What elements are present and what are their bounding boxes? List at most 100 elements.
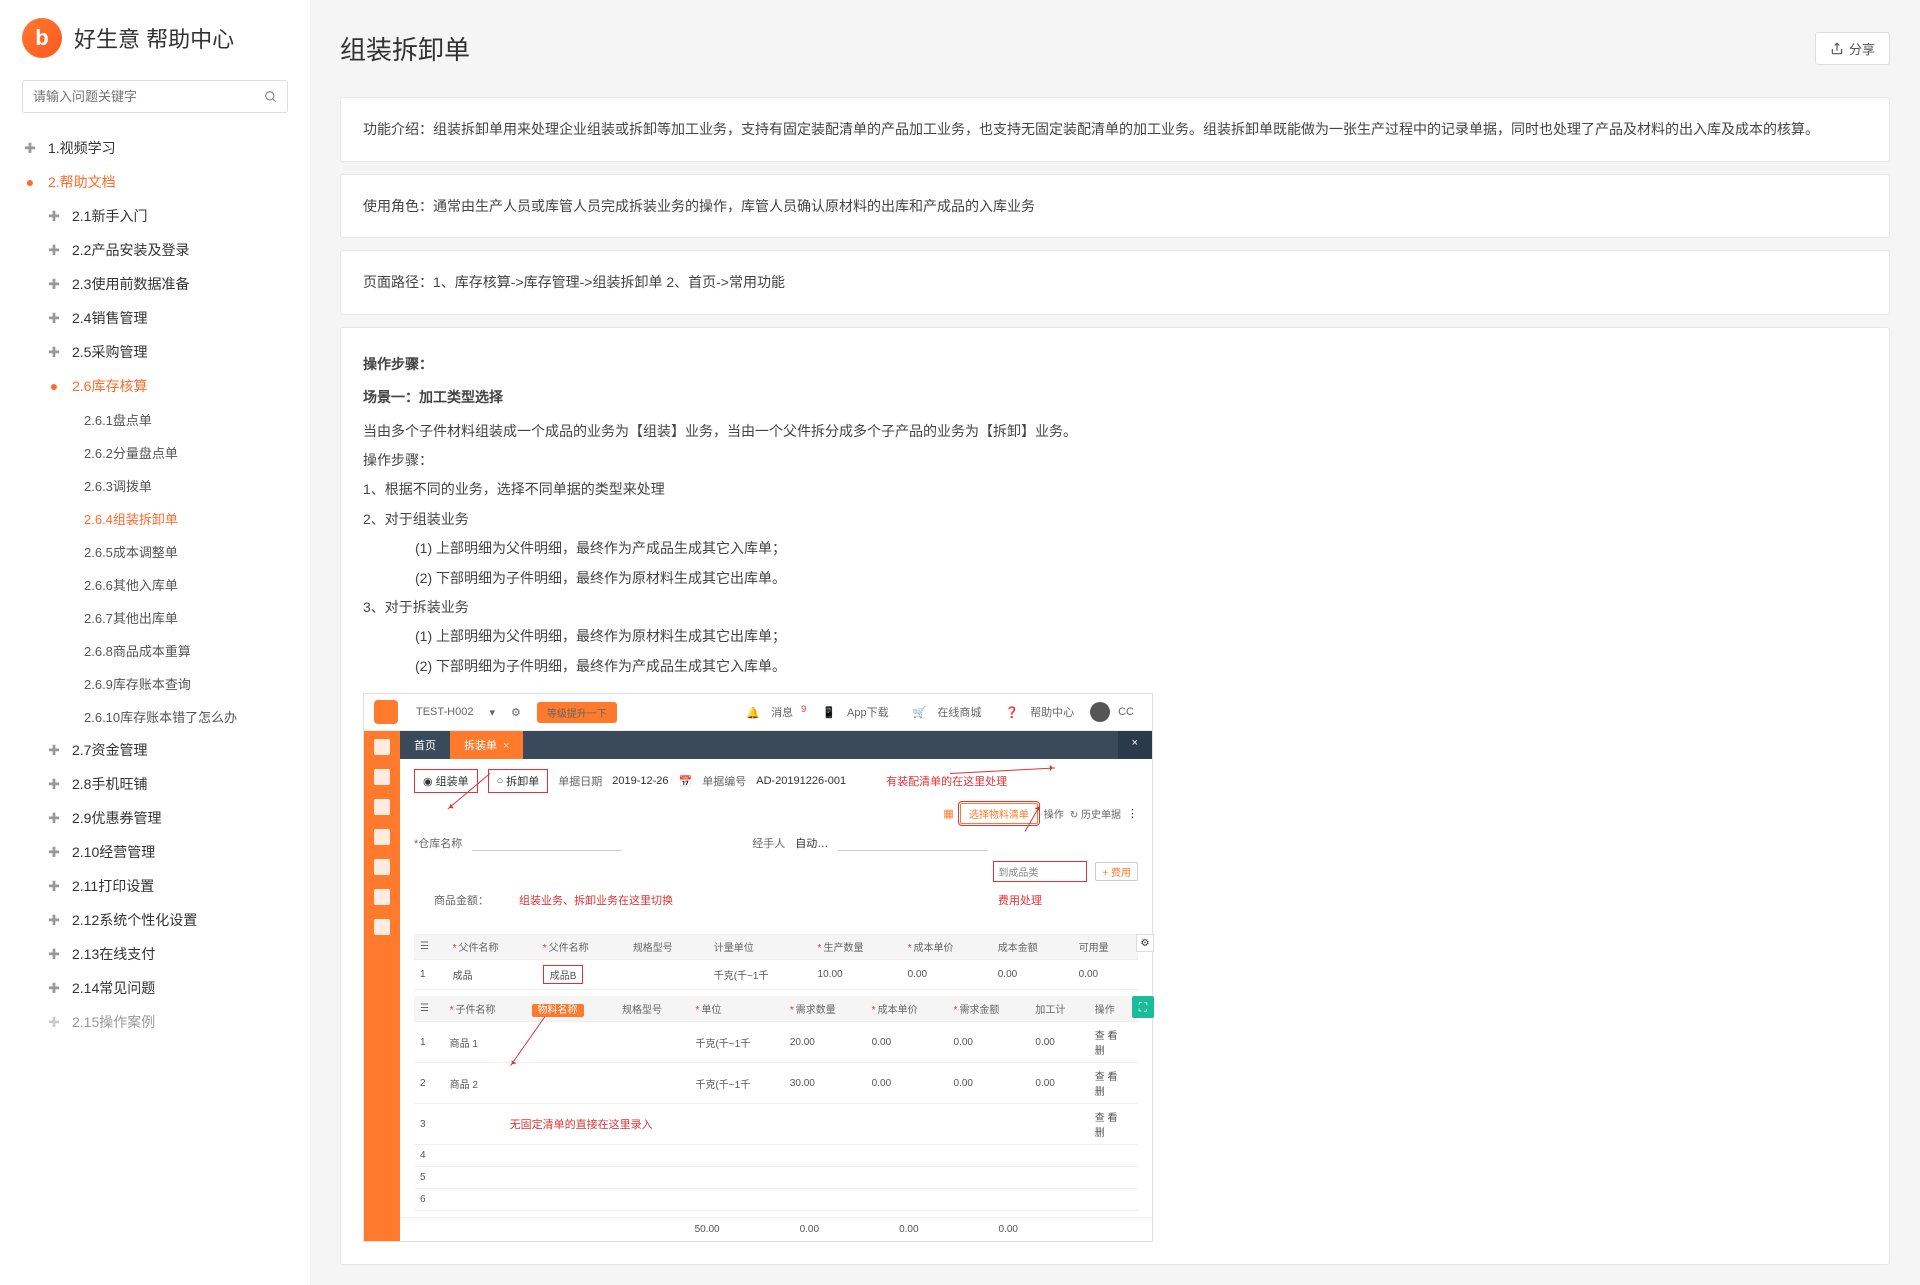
nav-2-7[interactable]: ✚2.7资金管理 — [0, 733, 310, 767]
table-row: 4 — [414, 1145, 1138, 1167]
scan-icon: ▦ — [943, 807, 953, 820]
cart-icon — [374, 769, 390, 785]
main-content: 组装拆卸单 分享 功能介绍：组装拆卸单用来处理企业组装或拆卸等加工业务，支持有固… — [310, 0, 1920, 1285]
ss-docno-label: 单据编号 — [702, 773, 746, 789]
nav-2-2[interactable]: ✚2.2产品安装及登录 — [0, 233, 310, 267]
close-icon: × — [503, 740, 509, 752]
ss-handler-input — [838, 834, 988, 851]
nav-docs[interactable]: ●2.帮助文档 — [0, 165, 310, 199]
nav-2-6-5[interactable]: 2.6.5成本调整单 — [0, 535, 310, 568]
nav-2-6-1[interactable]: 2.6.1盘点单 — [0, 403, 310, 436]
nav-2-6-8[interactable]: 2.6.8商品成本重算 — [0, 634, 310, 667]
nav-video[interactable]: ✚1.视频学习 — [0, 131, 310, 165]
ss-date-value: 2019-12-26 — [612, 775, 668, 787]
step-2b: (2) 下部明细为子件明细，最终作为原材料生成其它出库单。 — [363, 564, 1867, 593]
table-row: 1商品 1千克(千~1千20.000.000.000.00查 看删 — [414, 1022, 1138, 1063]
search-icon[interactable] — [264, 90, 278, 104]
gear-icon: ⚙ — [1136, 934, 1154, 952]
list-icon — [374, 919, 390, 935]
nav-2-9[interactable]: ✚2.9优惠券管理 — [0, 801, 310, 835]
nav-2-14[interactable]: ✚2.14常见问题 — [0, 971, 310, 1005]
total-price: 0.00 — [800, 1224, 819, 1235]
ss-tenant: TEST-H002 — [416, 706, 473, 718]
step-3: 3、对于拆装业务 — [363, 593, 1867, 622]
nav-2-6[interactable]: ●2.6库存核算 — [0, 369, 310, 403]
th: 计量单位 — [708, 934, 812, 960]
intro-card: 功能介绍：组装拆卸单用来处理企业组装或拆卸等加工业务，支持有固定装配清单的产品加… — [340, 97, 1890, 162]
nav-2-15[interactable]: ✚2.15操作案例 — [0, 1005, 310, 1039]
nav-2-6-9[interactable]: 2.6.9库存账本查询 — [0, 667, 310, 700]
ss-tabs: 首页 拆装单× × — [400, 731, 1152, 759]
sidebar: b 好生意 帮助中心 ✚1.视频学习 ●2.帮助文档 ✚2.1新手入门 ✚2.2… — [0, 0, 310, 1285]
ss-tab-current: 拆装单× — [450, 731, 523, 759]
copy-icon — [374, 889, 390, 905]
plus-icon: ✚ — [46, 946, 62, 963]
minus-icon: ● — [22, 174, 38, 190]
plus-icon: ✚ — [46, 310, 62, 327]
steps-card: 操作步骤： 场景一：加工类型选择 当由多个子件材料组装成一个成品的业务为【组装】… — [340, 327, 1890, 1265]
nav-2-11[interactable]: ✚2.11打印设置 — [0, 869, 310, 903]
site-title: 好生意 帮助中心 — [74, 22, 234, 54]
path-label: 页面路径： — [363, 274, 433, 290]
ss-handler-value: 自动… — [795, 835, 828, 851]
ss-cost-btn: + 费用 — [1095, 862, 1138, 881]
ss-topbar: TEST-H002 ▾ ⚙ 等级提升一下 🔔 消息9 📱 App下载 🛒 在线商… — [364, 694, 1152, 731]
nav-2-6-4[interactable]: 2.6.4组装拆卸单 — [0, 502, 310, 535]
search-input[interactable] — [22, 80, 288, 113]
total-qty: 50.00 — [695, 1224, 720, 1235]
th: 父件名称 — [447, 934, 537, 960]
step-1: 1、根据不同的业务，选择不同单据的类型来处理 — [363, 475, 1867, 504]
nav-2-6-7[interactable]: 2.6.7其他出库单 — [0, 601, 310, 634]
nav-2-10[interactable]: ✚2.10经营管理 — [0, 835, 310, 869]
th: 生产数量 — [812, 934, 902, 960]
ss-annotation-3: 费用处理 — [998, 892, 1042, 908]
ss-history-btn: ↻ 历史单据 — [1070, 806, 1121, 821]
nav-2-8[interactable]: ✚2.8手机旺铺 — [0, 767, 310, 801]
ss-biz-amount: 商品金额： — [434, 892, 489, 908]
ss-warehouse-label: *仓库名称 — [414, 835, 462, 851]
share-icon — [1830, 42, 1844, 56]
plus-icon: ✚ — [46, 810, 62, 827]
more-icon: ⋮ — [1127, 807, 1138, 820]
th: 成本单价 — [902, 934, 992, 960]
ss-assembly-btn: 选择物料清单 — [960, 803, 1038, 824]
page-header: 组装拆卸单 分享 — [340, 20, 1890, 77]
nav-2-12[interactable]: ✚2.12系统个性化设置 — [0, 903, 310, 937]
role-text: 通常由生产人员或库管人员完成拆装业务的操作，库管人员确认原材料的出库和产成品的入… — [433, 198, 1035, 214]
nav-2-1[interactable]: ✚2.1新手入门 — [0, 199, 310, 233]
ss-warehouse-input — [472, 834, 622, 851]
embedded-screenshot: TEST-H002 ▾ ⚙ 等级提升一下 🔔 消息9 📱 App下载 🛒 在线商… — [363, 693, 1153, 1242]
ss-cost-input: 到成品类 — [993, 861, 1087, 882]
plus-icon: ✚ — [46, 1014, 62, 1031]
ss-child-table: ☰ 子件名称 物料名称 规格型号 单位 需求数量 成本单价 需求金额 加工计 操… — [414, 996, 1138, 1211]
th: 规格型号 — [616, 996, 690, 1022]
nav-2-6-6[interactable]: 2.6.6其他入库单 — [0, 568, 310, 601]
nav-2-6-2[interactable]: 2.6.2分量盘点单 — [0, 436, 310, 469]
th: 单位 — [689, 996, 783, 1022]
ss-user: CC — [1118, 706, 1134, 718]
nav-2-13[interactable]: ✚2.13在线支付 — [0, 937, 310, 971]
path-card: 页面路径：1、库存核算->库存管理->组装拆卸单 2、首页->常用功能 — [340, 250, 1890, 315]
logo-area: b 好生意 帮助中心 — [0, 18, 310, 80]
intro-text: 组装拆卸单用来处理企业组装或拆卸等加工业务，支持有固定装配清单的产品加工业务，也… — [433, 121, 1819, 137]
nav-2-4[interactable]: ✚2.4销售管理 — [0, 301, 310, 335]
step-2: 2、对于组装业务 — [363, 505, 1867, 534]
ss-totals: 50.00 0.00 0.00 0.00 — [400, 1217, 1152, 1241]
ops-label: 操作步骤： — [363, 446, 1867, 475]
nav-2-6-3[interactable]: 2.6.3调拨单 — [0, 469, 310, 502]
ss-annotation-4: 无固定清单的直接在这里录入 — [510, 1119, 653, 1131]
box-icon — [374, 799, 390, 815]
steps-title: 操作步骤： — [363, 350, 1867, 379]
ss-upgrade-btn: 等级提升一下 — [537, 702, 617, 723]
share-button[interactable]: 分享 — [1815, 32, 1890, 65]
scene1-desc: 当由多个子件材料组装成一个成品的业务为【组装】业务，当由一个父件拆分成多个子产品… — [363, 417, 1867, 446]
nav-2-6-10[interactable]: 2.6.10库存账本错了怎么办 — [0, 700, 310, 733]
ss-leftnav — [364, 731, 400, 1241]
nav-2-3[interactable]: ✚2.3使用前数据准备 — [0, 267, 310, 301]
table-row: 1 成品 成品B 千克(千~1千 10.00 0.00 0.00 0.00 — [414, 960, 1138, 990]
home-icon — [374, 739, 390, 755]
plus-icon: ✚ — [46, 878, 62, 895]
nav-2-5[interactable]: ✚2.5采购管理 — [0, 335, 310, 369]
table-row: 2商品 2千克(千~1千30.000.000.000.00查 看删 — [414, 1063, 1138, 1104]
plus-icon: ✚ — [46, 242, 62, 259]
